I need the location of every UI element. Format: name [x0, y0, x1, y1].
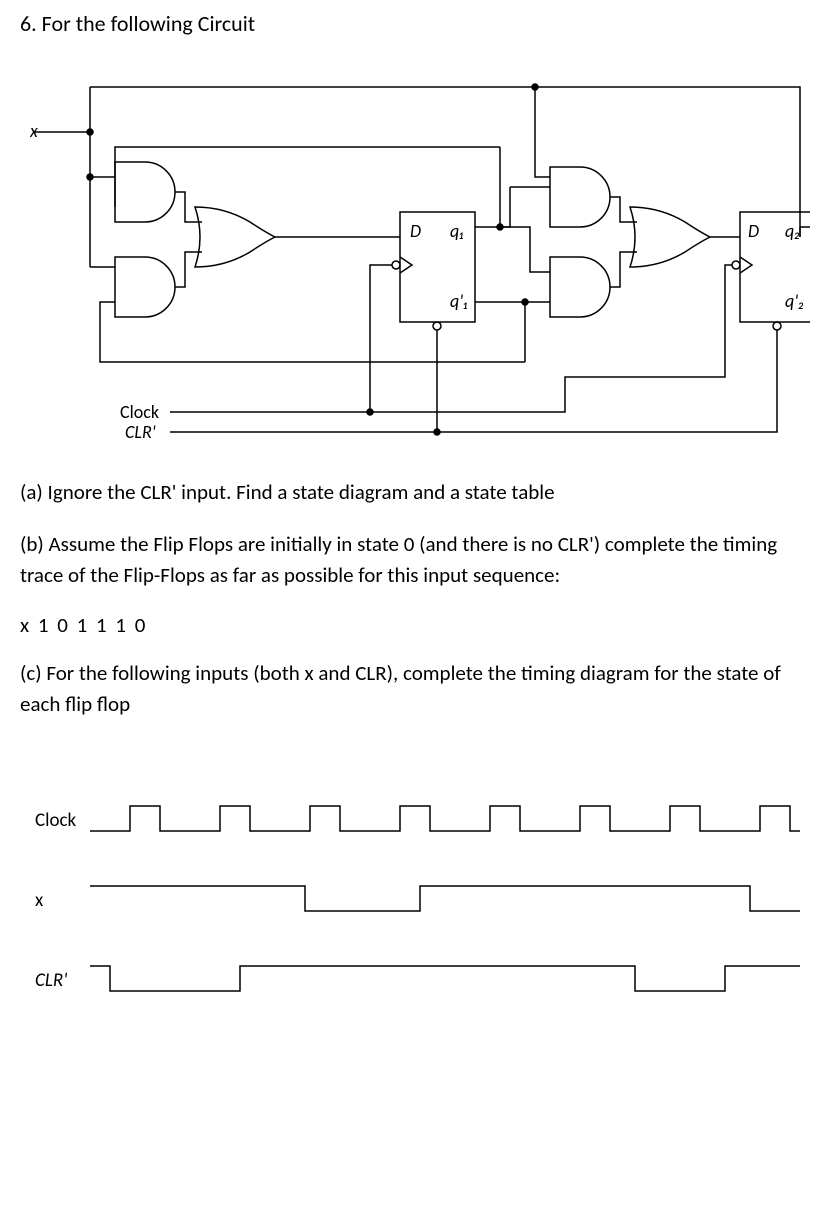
svg-text:q₁: q₁ — [450, 220, 464, 242]
x-label: x — [35, 889, 90, 912]
timing-diagram: Clock x CLR' — [35, 801, 803, 1001]
svg-text:CLR': CLR' — [125, 421, 156, 443]
part-b-text: (b) Assume the Flip Flops are initially … — [20, 529, 803, 592]
part-a-text: (a) Ignore the CLR' input. Find a state … — [20, 477, 803, 509]
clr-label: CLR' — [35, 969, 90, 992]
problem-title: 6. For the following Circuit — [20, 10, 803, 37]
circuit-diagram: x D q₁ q'₁ — [30, 57, 803, 447]
svg-text:q₂: q₂ — [785, 220, 800, 242]
svg-text:q'₁: q'₁ — [450, 290, 468, 312]
part-c-text: (c) For the following inputs (both x and… — [20, 658, 803, 721]
svg-text:Clock: Clock — [120, 401, 159, 423]
clock-waveform — [90, 801, 800, 841]
input-sequence: x 1 0 1 1 1 0 — [20, 612, 803, 638]
clr-waveform — [90, 961, 800, 1001]
svg-text:D: D — [410, 220, 421, 242]
svg-text:q'₂: q'₂ — [785, 290, 804, 312]
clock-label: Clock — [35, 809, 90, 832]
svg-text:x: x — [30, 120, 38, 142]
svg-text:D: D — [748, 220, 759, 242]
x-waveform — [90, 881, 800, 921]
